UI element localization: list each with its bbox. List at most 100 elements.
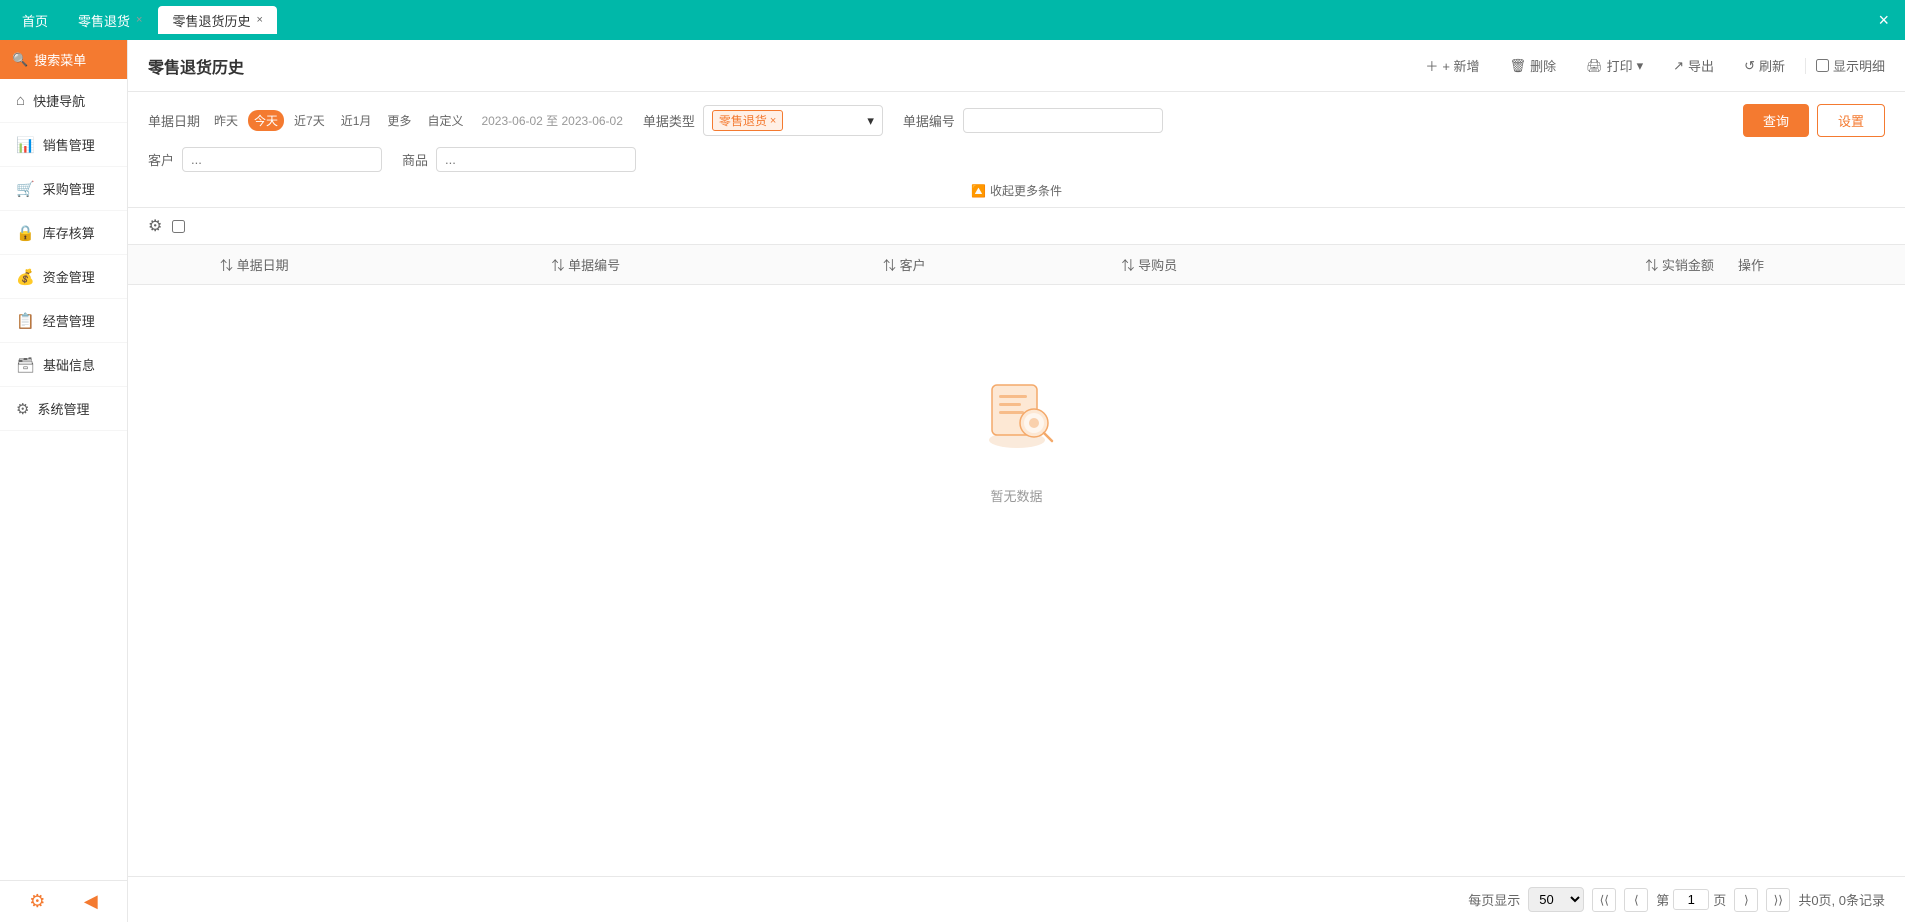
- prev-page-button[interactable]: ⟨: [1624, 888, 1648, 912]
- col-guide[interactable]: ⇅ 导购员: [1109, 245, 1394, 285]
- new-label: + 新增: [1442, 56, 1479, 75]
- col-customer[interactable]: ⇅ 客户: [871, 245, 1109, 285]
- close-tab-history-icon[interactable]: ×: [256, 14, 262, 26]
- filter-area: 单据日期 昨天 今天 近7天 近1月 更多 自定义 2023-06-02 至 2…: [128, 92, 1905, 208]
- page-number-input[interactable]: [1673, 889, 1709, 910]
- tab-home[interactable]: 首页: [8, 6, 62, 34]
- goods-input[interactable]: [436, 147, 636, 172]
- new-icon: ＋: [1425, 56, 1438, 75]
- collapse-filter-button[interactable]: 🔼 收起更多条件: [971, 182, 1062, 199]
- sidebar-item-sales-mgmt[interactable]: 📊 销售管理: [0, 123, 127, 167]
- customer-filter: 客户: [148, 147, 382, 172]
- print-chevron-icon: ▾: [1637, 58, 1644, 74]
- refresh-button[interactable]: ↺ 刷新: [1734, 52, 1795, 79]
- doc-no-filter: 单据编号: [903, 108, 1163, 133]
- doc-no-input[interactable]: [963, 108, 1163, 133]
- search-icon: 🔍: [12, 52, 28, 68]
- table-toolbar: ⚙: [128, 208, 1905, 245]
- sidebar-item-purchase-mgmt[interactable]: 🛒 采购管理: [0, 167, 127, 211]
- col-no[interactable]: ⇅ 单据编号: [540, 245, 872, 285]
- doc-type-tag-close[interactable]: ×: [770, 115, 776, 127]
- delete-label: 删除: [1530, 56, 1556, 75]
- per-page-select[interactable]: 20 50 100: [1528, 887, 1584, 912]
- inventory-icon: 🔒: [16, 224, 35, 242]
- basic-info-icon: 🗃: [16, 356, 35, 374]
- goods-filter: 商品: [402, 147, 636, 172]
- first-page-button[interactable]: ⟨⟨: [1592, 888, 1616, 912]
- close-tab-retail-return-icon[interactable]: ×: [136, 14, 142, 26]
- page-title: 零售退货历史: [148, 54, 244, 78]
- data-table: ⇅ 单据日期 ⇅ 单据编号 ⇅ 客户 ⇅ 导购员 ⇅ 实销金额: [128, 245, 1905, 285]
- last-page-button[interactable]: ⟩⟩: [1766, 888, 1790, 912]
- sidebar-item-quick-nav-label: 快捷导航: [33, 91, 85, 110]
- sidebar-item-basic-info[interactable]: 🗃 基础信息: [0, 343, 127, 387]
- sidebar-bottom: ⚙ ◀: [0, 880, 127, 922]
- settings-bottom-icon[interactable]: ⚙: [29, 891, 45, 912]
- content-area: 零售退货历史 ＋ + 新增 🗑 删除 🖨 打印 ▾ ↗ 导出: [128, 40, 1905, 922]
- date-range-value: 2023-06-02 至 2023-06-02: [481, 112, 622, 129]
- tab-retail-return-history[interactable]: 零售退货历史 ×: [158, 6, 276, 34]
- page-suffix: 页: [1713, 890, 1726, 909]
- shortcut-today[interactable]: 今天: [248, 110, 284, 131]
- customer-input[interactable]: [182, 147, 382, 172]
- refresh-label: 刷新: [1759, 56, 1785, 75]
- date-filter-label: 单据日期: [148, 111, 200, 130]
- export-button[interactable]: ↗ 导出: [1663, 52, 1724, 79]
- date-filter: 单据日期 昨天 今天 近7天 近1月 更多 自定义 2023-06-02 至 2…: [148, 110, 623, 131]
- sidebar-item-finance[interactable]: 💰 资金管理: [0, 255, 127, 299]
- window-close-button[interactable]: ×: [1870, 10, 1897, 31]
- per-page-label: 每页显示: [1468, 890, 1520, 909]
- print-label: 打印: [1607, 56, 1633, 75]
- show-detail-toggle[interactable]: 显示明细: [1816, 56, 1885, 75]
- table-settings-icon[interactable]: ⚙: [148, 216, 162, 236]
- doc-type-select[interactable]: 零售退货 × ▾: [703, 105, 883, 136]
- col-amount-label: ⇅ 实销金额: [1645, 258, 1714, 273]
- collapse-sidebar-icon[interactable]: ◀: [84, 891, 98, 912]
- filter-row-2: 客户 商品: [148, 147, 1885, 172]
- sidebar-item-inventory[interactable]: 🔒 库存核算: [0, 211, 127, 255]
- shortcut-more[interactable]: 更多: [381, 110, 417, 131]
- show-detail-checkbox[interactable]: [1816, 59, 1829, 72]
- system-mgmt-icon: ⚙: [16, 400, 29, 418]
- purchase-icon: 🛒: [16, 180, 35, 198]
- tab-home-label: 首页: [22, 11, 48, 30]
- next-page-button[interactable]: ⟩: [1734, 888, 1758, 912]
- col-amount[interactable]: ⇅ 实销金额: [1394, 245, 1726, 285]
- sidebar-item-inventory-label: 库存核算: [43, 223, 95, 242]
- col-date[interactable]: ⇅ 单据日期: [208, 245, 540, 285]
- shortcut-custom[interactable]: 自定义: [421, 110, 469, 131]
- sidebar-search[interactable]: 🔍 搜索菜单: [0, 40, 127, 79]
- finance-icon: 💰: [16, 268, 35, 286]
- header-divider: [1805, 58, 1806, 74]
- col-checkbox: [168, 245, 208, 285]
- sidebar-item-operations-label: 经营管理: [43, 311, 95, 330]
- page-input-area: 第 页: [1656, 889, 1726, 910]
- print-button[interactable]: 🖨 打印 ▾: [1576, 52, 1653, 79]
- delete-button[interactable]: 🗑 删除: [1500, 52, 1567, 79]
- table-header-row: ⇅ 单据日期 ⇅ 单据编号 ⇅ 客户 ⇅ 导购员 ⇅ 实销金额: [128, 245, 1905, 285]
- refresh-icon: ↺: [1744, 58, 1755, 74]
- select-all-checkbox[interactable]: [172, 220, 185, 233]
- shortcut-yesterday[interactable]: 昨天: [208, 110, 244, 131]
- sidebar-item-quick-nav[interactable]: ⌂ 快捷导航: [0, 79, 127, 123]
- tab-retail-return[interactable]: 零售退货 ×: [64, 6, 156, 34]
- col-customer-label: ⇅ 客户: [883, 258, 926, 273]
- query-button[interactable]: 查询: [1743, 104, 1809, 137]
- shortcut-7days[interactable]: 近7天: [288, 110, 331, 131]
- col-settings: [128, 245, 168, 285]
- col-no-label: ⇅ 单据编号: [552, 258, 621, 273]
- top-tab-bar: 首页 零售退货 × 零售退货历史 × ×: [0, 0, 1905, 40]
- sales-icon: 📊: [16, 136, 35, 154]
- delete-icon: 🗑: [1510, 58, 1527, 74]
- action-buttons: 查询 设置: [1743, 104, 1885, 137]
- sidebar-search-label: 搜索菜单: [34, 50, 86, 69]
- settings-button[interactable]: 设置: [1817, 104, 1885, 137]
- sidebar-item-system-mgmt[interactable]: ⚙ 系统管理: [0, 387, 127, 431]
- table-wrapper: ⇅ 单据日期 ⇅ 单据编号 ⇅ 客户 ⇅ 导购员 ⇅ 实销金额: [128, 245, 1905, 876]
- shortcut-1month[interactable]: 近1月: [335, 110, 378, 131]
- sidebar-item-operations[interactable]: 📋 经营管理: [0, 299, 127, 343]
- new-button[interactable]: ＋ + 新增: [1415, 52, 1489, 79]
- doc-type-label: 单据类型: [643, 111, 695, 130]
- empty-text: 暂无数据: [990, 486, 1042, 505]
- page-prefix: 第: [1656, 890, 1669, 909]
